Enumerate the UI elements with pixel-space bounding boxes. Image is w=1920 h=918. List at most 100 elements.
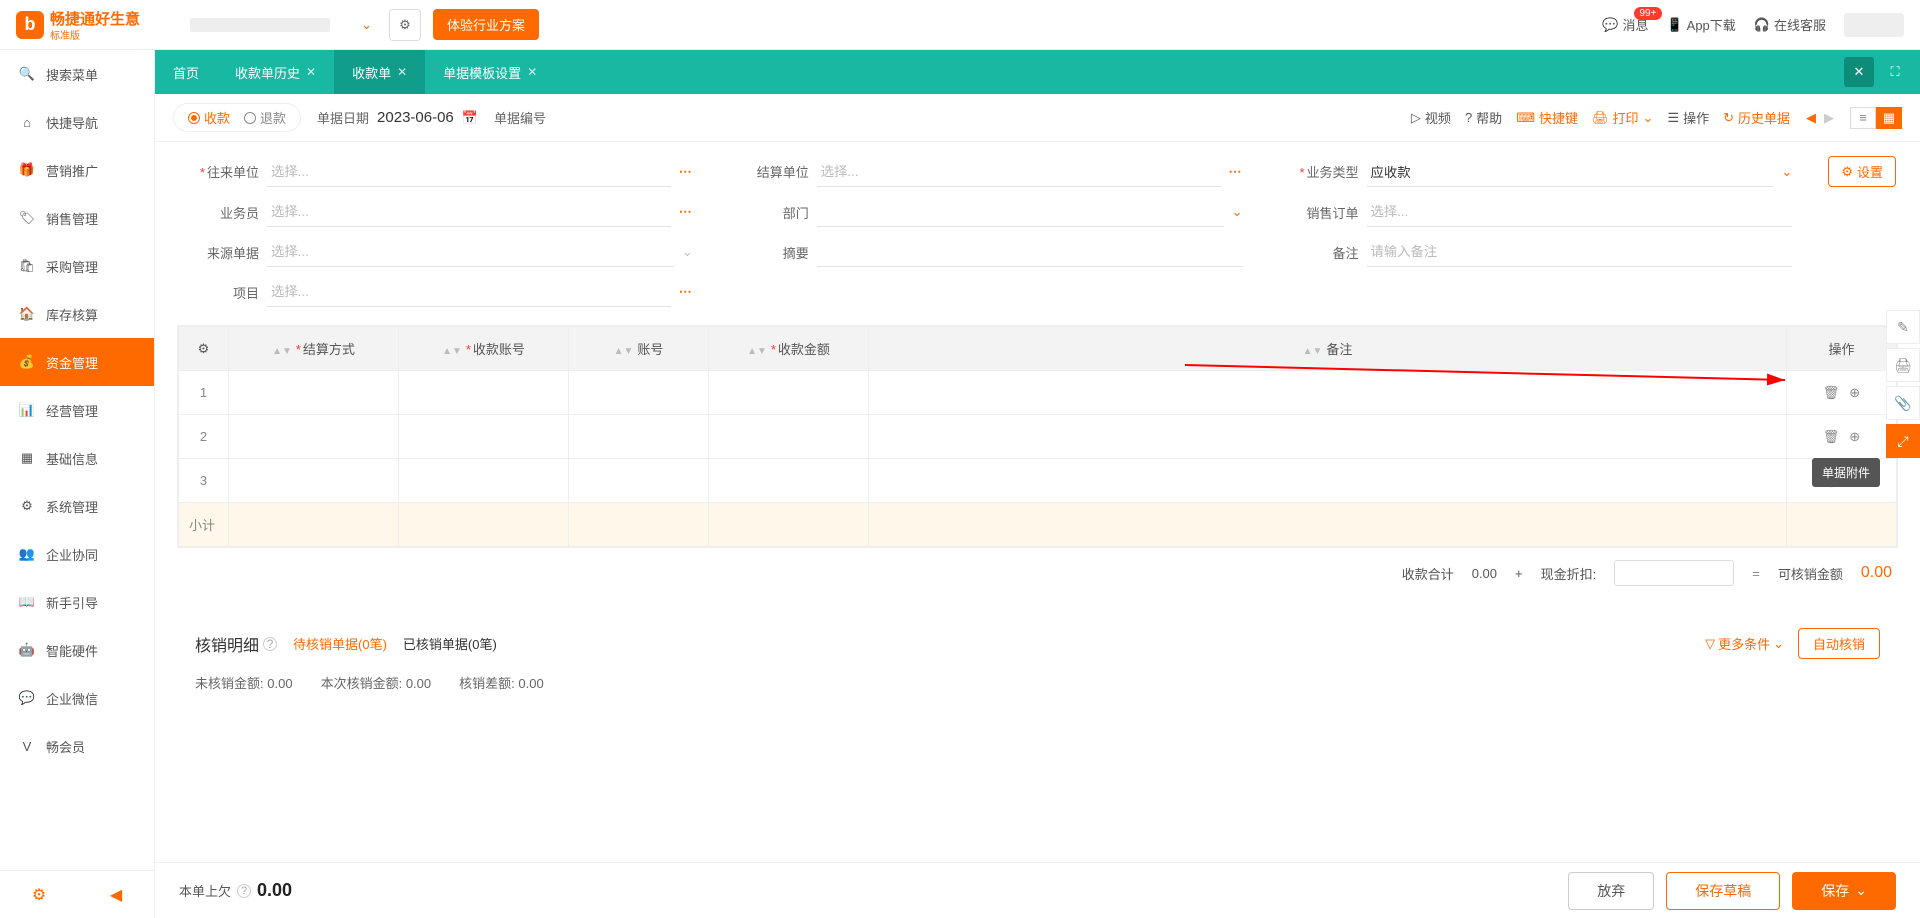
save-button[interactable]: 保存⌄ <box>1792 872 1896 910</box>
sidebar-item-home[interactable]: ⌂快捷导航 <box>0 98 154 146</box>
close-icon[interactable]: ✕ <box>306 65 316 79</box>
sidebar-item-guide[interactable]: 📖新手引导 <box>0 578 154 626</box>
delete-row-button[interactable]: 🗑 <box>1823 385 1840 401</box>
help-icon[interactable]: ? <box>237 884 251 898</box>
chevron-down-icon[interactable]: ⌄ <box>1781 164 1792 180</box>
remark-field[interactable]: 备注 <box>1279 237 1793 267</box>
settle-unit-input[interactable] <box>817 157 1221 187</box>
chevron-down-icon[interactable]: ⌄ <box>682 244 693 260</box>
calendar-icon[interactable]: 📅 <box>462 110 478 126</box>
sidebar-item-wechat[interactable]: 💬企业微信 <box>0 674 154 722</box>
sidebar-item-search[interactable]: 🔍搜索菜单 <box>0 50 154 98</box>
org-selector[interactable]: ⌄ <box>181 9 381 41</box>
sales-order-field[interactable]: 销售订单 <box>1279 197 1793 227</box>
settle-unit-field[interactable]: 结算单位 ⋯ <box>729 157 1243 187</box>
partner-input[interactable] <box>267 157 671 187</box>
add-row-button[interactable]: ⊕ <box>1849 429 1860 445</box>
summary-field[interactable]: 摘要 <box>729 237 1243 267</box>
prev-doc-button[interactable]: ◀ <box>1804 110 1818 126</box>
shortcut-button[interactable]: ⌨快捷键 <box>1516 108 1578 127</box>
radio-receive[interactable]: 收款 <box>188 108 230 127</box>
next-doc-button[interactable]: ▶ <box>1822 110 1836 126</box>
tab-首页[interactable]: 首页 <box>155 50 217 94</box>
sidebar-item-money[interactable]: 💰资金管理 <box>0 338 154 386</box>
remark-input[interactable] <box>1367 237 1793 267</box>
more-icon[interactable]: ⋯ <box>679 284 693 300</box>
done-tab[interactable]: 已核销单据(0笔) <box>403 634 497 653</box>
tab-收款单[interactable]: 收款单✕ <box>334 50 425 94</box>
delete-row-button[interactable]: 🗑 <box>1823 429 1840 445</box>
sidebar-collapse-button[interactable]: ◀ <box>110 885 122 905</box>
print-button[interactable]: 🖨打印⌄ <box>1592 108 1653 127</box>
abandon-button[interactable]: 放弃 <box>1568 872 1654 910</box>
col-amount[interactable]: ▲▼*收款金额 <box>709 327 869 371</box>
biz-type-input[interactable] <box>1367 157 1774 187</box>
sidebar-item-tag[interactable]: 🏷销售管理 <box>0 194 154 242</box>
table-row[interactable]: 3🗑⊕ <box>179 459 1897 503</box>
add-row-button[interactable]: ⊕ <box>1849 385 1860 401</box>
settings-button[interactable]: ⚙设置 <box>1828 156 1896 187</box>
doc-date-field[interactable]: 单据日期 2023-06-06 📅 <box>317 108 478 127</box>
source-bill-field[interactable]: 来源单据 ⌄ <box>179 237 693 267</box>
sidebar-item-vip[interactable]: V畅会员 <box>0 722 154 770</box>
sidebar-item-info[interactable]: ▦基础信息 <box>0 434 154 482</box>
table-row[interactable]: 2🗑⊕ <box>179 415 1897 459</box>
sales-order-input[interactable] <box>1367 197 1793 227</box>
fullscreen-button[interactable]: ⛶ <box>1880 57 1910 87</box>
sidebar-item-gift[interactable]: 🎁营销推广 <box>0 146 154 194</box>
sidebar-item-system[interactable]: ⚙系统管理 <box>0 482 154 530</box>
messages-button[interactable]: 💬 消息 99+ <box>1602 15 1648 34</box>
view-form-button[interactable]: ▦ <box>1876 107 1902 129</box>
col-number[interactable]: ▲▼账号 <box>569 327 709 371</box>
summary-input[interactable] <box>817 237 1243 267</box>
col-account[interactable]: ▲▼*收款账号 <box>399 327 569 371</box>
save-draft-button[interactable]: 保存草稿 <box>1666 872 1780 910</box>
float-attachment-button[interactable]: 📎 <box>1886 386 1920 420</box>
user-avatar[interactable] <box>1844 13 1904 37</box>
biz-type-field[interactable]: *业务类型 ⌄ <box>1279 157 1793 187</box>
float-print-button[interactable]: 🖨 <box>1886 348 1920 382</box>
more-icon[interactable]: ⋯ <box>679 204 693 220</box>
try-industry-button[interactable]: 体验行业方案 <box>433 9 539 40</box>
chevron-down-icon[interactable]: ⌄ <box>1232 204 1243 220</box>
sidebar-settings-button[interactable]: ⚙ <box>32 885 46 905</box>
float-draft-button[interactable]: ✎ <box>1886 310 1920 344</box>
more-icon[interactable]: ⋯ <box>1229 164 1243 180</box>
salesman-field[interactable]: 业务员 ⋯ <box>179 197 693 227</box>
pending-tab[interactable]: 待核销单据(0笔) <box>293 634 387 653</box>
more-icon[interactable]: ⋯ <box>679 164 693 180</box>
col-remark[interactable]: ▲▼备注 <box>869 327 1787 371</box>
sidebar-item-hardware[interactable]: 🤖智能硬件 <box>0 626 154 674</box>
more-conditions-button[interactable]: ▽更多条件⌄ <box>1705 634 1784 653</box>
dept-field[interactable]: 部门 ⌄ <box>729 197 1243 227</box>
org-settings-button[interactable]: ⚙ <box>389 9 421 41</box>
sidebar-item-manage[interactable]: 📊经营管理 <box>0 386 154 434</box>
video-button[interactable]: ▷视频 <box>1411 108 1451 127</box>
partner-field[interactable]: *往来单位 ⋯ <box>179 157 693 187</box>
sidebar-item-bag[interactable]: 🛍采购管理 <box>0 242 154 290</box>
close-icon[interactable]: ✕ <box>397 65 407 79</box>
sidebar-item-stock[interactable]: 🏠库存核算 <box>0 290 154 338</box>
view-list-button[interactable]: ≡ <box>1850 107 1876 129</box>
source-bill-input[interactable] <box>267 237 674 267</box>
close-icon[interactable]: ✕ <box>527 65 537 79</box>
col-settings[interactable]: ⚙ <box>179 327 229 371</box>
discount-input[interactable] <box>1614 560 1734 586</box>
col-settle-method[interactable]: ▲▼*结算方式 <box>229 327 399 371</box>
operate-button[interactable]: ☰操作 <box>1667 108 1709 127</box>
radio-refund[interactable]: 退款 <box>244 108 286 127</box>
project-input[interactable] <box>267 277 671 307</box>
help-button[interactable]: ?帮助 <box>1465 108 1502 127</box>
app-download-button[interactable]: 📱 App下载 <box>1666 15 1735 34</box>
online-service-button[interactable]: 🎧 在线客服 <box>1754 15 1826 34</box>
table-row[interactable]: 1🗑⊕ <box>179 371 1897 415</box>
auto-writeoff-button[interactable]: 自动核销 <box>1798 628 1880 659</box>
help-icon[interactable]: ? <box>263 637 277 651</box>
float-expand-button[interactable]: ⤢ <box>1886 424 1920 458</box>
tab-单据模板设置[interactable]: 单据模板设置✕ <box>425 50 555 94</box>
sidebar-item-team[interactable]: 👥企业协同 <box>0 530 154 578</box>
dept-input[interactable] <box>817 197 1224 227</box>
salesman-input[interactable] <box>267 197 671 227</box>
history-button[interactable]: ↻历史单据 <box>1723 108 1790 127</box>
tab-收款单历史[interactable]: 收款单历史✕ <box>217 50 334 94</box>
